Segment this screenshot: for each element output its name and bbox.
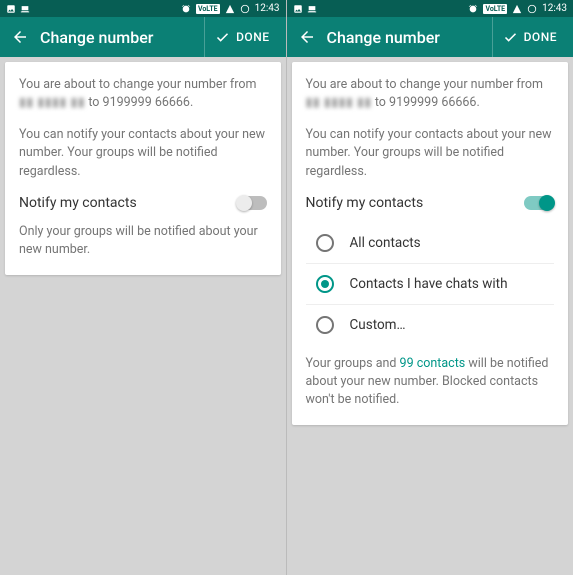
check-icon: [215, 30, 230, 45]
old-number-masked: ▮▮ ▮▮▮▮ ▮▮: [306, 95, 372, 110]
signal-icon: [512, 4, 522, 14]
new-number: 9199999 66666.: [103, 95, 194, 110]
done-button[interactable]: DONE: [204, 17, 279, 57]
data-icon: [527, 4, 537, 14]
new-number: 9199999 66666.: [389, 95, 480, 110]
back-button[interactable]: [6, 28, 34, 46]
contact-count: 99 contacts: [400, 356, 466, 371]
old-number-masked: ▮▮ ▮▮▮▮ ▮▮: [19, 95, 85, 110]
screen-left: VoLTE 12:43 Change number DONE You are a…: [0, 0, 287, 575]
notify-label: Notify my contacts: [19, 195, 137, 211]
data-icon: [240, 4, 250, 14]
appbar-title: Change number: [321, 28, 492, 47]
status-time: 12:43: [542, 3, 567, 14]
footer-text: Your groups and 99 contacts will be noti…: [306, 355, 555, 409]
notify-toggle[interactable]: [524, 196, 554, 210]
radio-icon: [316, 234, 334, 252]
radio-icon: [316, 275, 334, 293]
arrow-back-icon: [11, 28, 29, 46]
radio-label: Contacts I have chats with: [350, 276, 508, 292]
radio-label: Custom…: [350, 317, 406, 333]
arrow-back-icon: [298, 28, 316, 46]
content-card: You are about to change your number from…: [5, 62, 281, 275]
statusbar: VoLTE 12:43: [287, 0, 573, 17]
notify-info-text: You can notify your contacts about your …: [19, 126, 267, 180]
radio-all-contacts[interactable]: All contacts: [306, 223, 555, 264]
laptop-icon: [307, 4, 317, 14]
statusbar: VoLTE 12:43: [0, 0, 286, 17]
notify-toggle[interactable]: [237, 196, 267, 210]
footer-text: Only your groups will be notified about …: [19, 223, 267, 259]
intro-text: You are about to change your number from…: [19, 76, 267, 112]
intro-text: You are about to change your number from…: [306, 76, 555, 112]
volte-badge: VoLTE: [483, 4, 507, 14]
done-label: DONE: [236, 30, 269, 44]
notify-info-text: You can notify your contacts about your …: [306, 126, 555, 180]
alarm-icon: [181, 4, 191, 14]
radio-label: All contacts: [350, 235, 421, 251]
volte-badge: VoLTE: [196, 4, 220, 14]
back-button[interactable]: [293, 28, 321, 46]
radio-chats[interactable]: Contacts I have chats with: [306, 264, 555, 305]
image-icon: [6, 4, 16, 14]
radio-custom[interactable]: Custom…: [306, 305, 555, 345]
radio-list: All contacts Contacts I have chats with …: [306, 223, 555, 345]
alarm-icon: [468, 4, 478, 14]
notify-row[interactable]: Notify my contacts: [19, 195, 267, 211]
done-button[interactable]: DONE: [492, 17, 567, 57]
screen-right: VoLTE 12:43 Change number DONE You are a…: [287, 0, 573, 575]
appbar: Change number DONE: [0, 17, 286, 57]
laptop-icon: [20, 4, 30, 14]
done-label: DONE: [524, 30, 557, 44]
appbar: Change number DONE: [287, 17, 573, 57]
image-icon: [293, 4, 303, 14]
radio-icon: [316, 316, 334, 334]
check-icon: [503, 30, 518, 45]
notify-label: Notify my contacts: [306, 195, 424, 211]
signal-icon: [225, 4, 235, 14]
content-card: You are about to change your number from…: [292, 62, 569, 425]
notify-row[interactable]: Notify my contacts: [306, 195, 555, 211]
status-time: 12:43: [255, 3, 280, 14]
appbar-title: Change number: [34, 28, 204, 47]
